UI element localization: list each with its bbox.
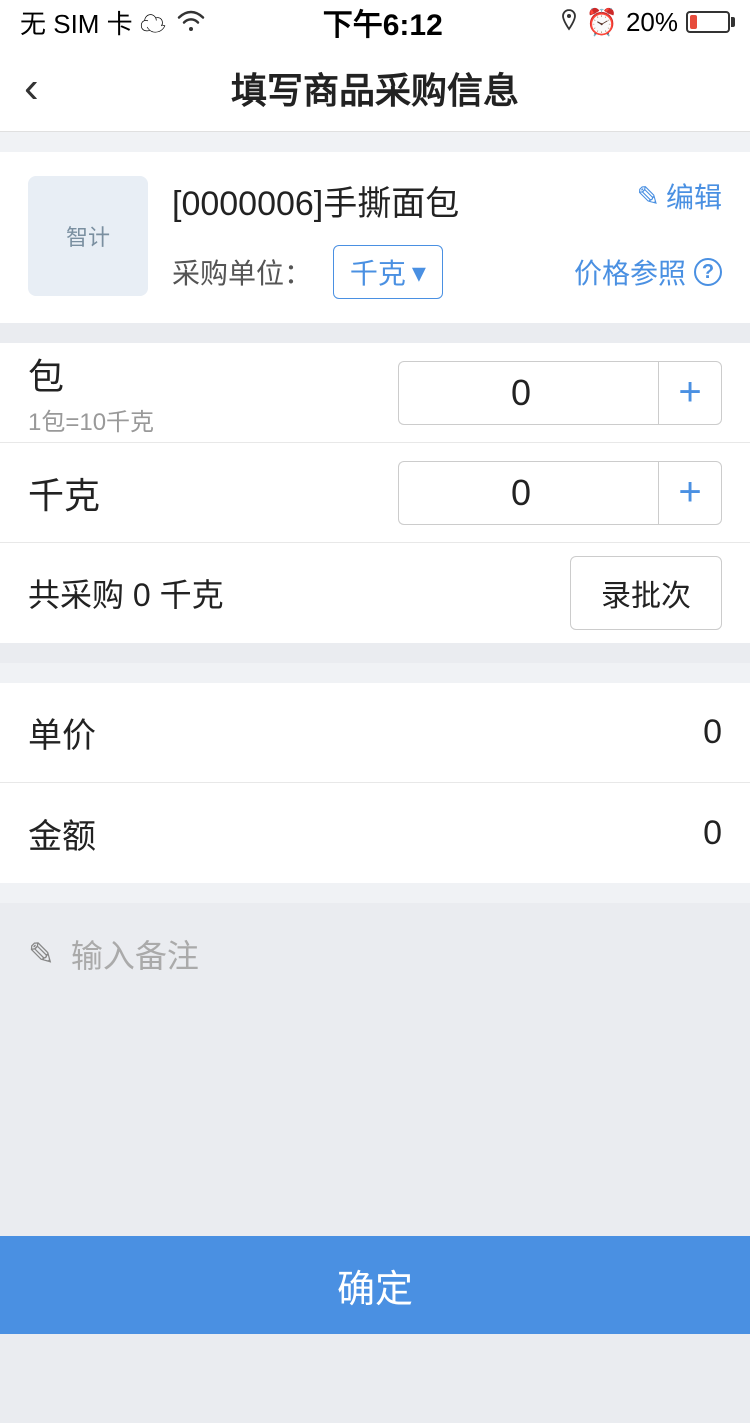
summary-row: 共采购 0 千克 录批次	[0, 543, 750, 643]
purchase-unit-container: 采购单位： 千克 ▾	[172, 245, 443, 299]
chevron-down-icon: ▾	[412, 256, 426, 289]
section-separator-2	[0, 643, 750, 663]
bag-input-right: +	[398, 361, 722, 425]
product-thumbnail: 智计	[28, 176, 148, 296]
remark-placeholder: 输入备注	[71, 931, 199, 977]
kg-quantity-input[interactable]	[398, 461, 658, 525]
price-info-section: 单价 0 金额 0	[0, 683, 750, 883]
confirm-label: 确定	[337, 1258, 413, 1313]
nav-bar: ‹ 填写商品采购信息	[0, 44, 750, 132]
unit-price-value: 0	[703, 713, 722, 752]
confirm-button[interactable]: 确定	[0, 1236, 750, 1334]
product-info: [0000006]手撕面包 ✎ 编辑 采购单位： 千克 ▾ 价格参照 ?	[172, 176, 722, 299]
kg-input-row: 千克 +	[0, 443, 750, 543]
bag-quantity-input[interactable]	[398, 361, 658, 425]
amount-label: 金额	[28, 809, 96, 858]
back-button[interactable]: ‹	[24, 66, 39, 110]
bag-plus-button[interactable]: +	[658, 361, 722, 425]
help-icon: ?	[694, 258, 722, 286]
kg-plus-button[interactable]: +	[658, 461, 722, 525]
amount-row: 金额 0	[0, 783, 750, 883]
unit-price-label: 单价	[28, 708, 96, 757]
location-icon	[560, 7, 578, 38]
page-title: 填写商品采购信息	[231, 62, 519, 114]
section-separator-1	[0, 323, 750, 343]
kg-input-right: +	[398, 461, 722, 525]
no-sim-text: 无 SIM 卡 ☁	[20, 4, 166, 41]
input-section: 包 1包=10千克 + 千克 +	[0, 343, 750, 543]
price-ref-label: 价格参照	[574, 252, 686, 292]
battery-icon	[686, 11, 730, 33]
status-time: 下午6:12	[323, 0, 443, 44]
product-card: 智计 [0000006]手撕面包 ✎ 编辑 采购单位： 千克 ▾ 价格参照 ?	[0, 152, 750, 323]
edit-icon: ✎	[637, 180, 660, 213]
product-name: [0000006]手撕面包	[172, 176, 459, 225]
unit-value: 千克	[350, 252, 406, 292]
batch-button[interactable]: 录批次	[570, 556, 722, 630]
pencil-icon: ✎	[28, 935, 55, 973]
unit-price-row: 单价 0	[0, 683, 750, 783]
thumb-label: 智计	[66, 220, 110, 252]
status-left: 无 SIM 卡 ☁	[20, 4, 206, 41]
wifi-icon	[176, 7, 206, 38]
amount-value: 0	[703, 814, 722, 853]
summary-text: 共采购 0 千克	[28, 570, 224, 616]
status-right: ⏰ 20%	[560, 7, 730, 38]
bag-input-row: 包 1包=10千克 +	[0, 343, 750, 443]
status-bar: 无 SIM 卡 ☁ 下午6:12 ⏰ 20%	[0, 0, 750, 44]
purchase-unit-label: 采购单位：	[172, 258, 312, 289]
alarm-icon: ⏰	[586, 7, 618, 38]
kg-label: 千克	[28, 467, 100, 519]
unit-select[interactable]: 千克 ▾	[333, 245, 443, 299]
bag-label-sub: 1包=10千克	[28, 402, 154, 437]
remark-section[interactable]: ✎ 输入备注	[0, 903, 750, 1063]
edit-label: 编辑	[666, 176, 722, 216]
battery-percent: 20%	[626, 7, 678, 38]
edit-button[interactable]: ✎ 编辑	[637, 176, 722, 216]
price-ref-button[interactable]: 价格参照 ?	[574, 252, 722, 292]
bag-label: 包	[28, 348, 154, 400]
